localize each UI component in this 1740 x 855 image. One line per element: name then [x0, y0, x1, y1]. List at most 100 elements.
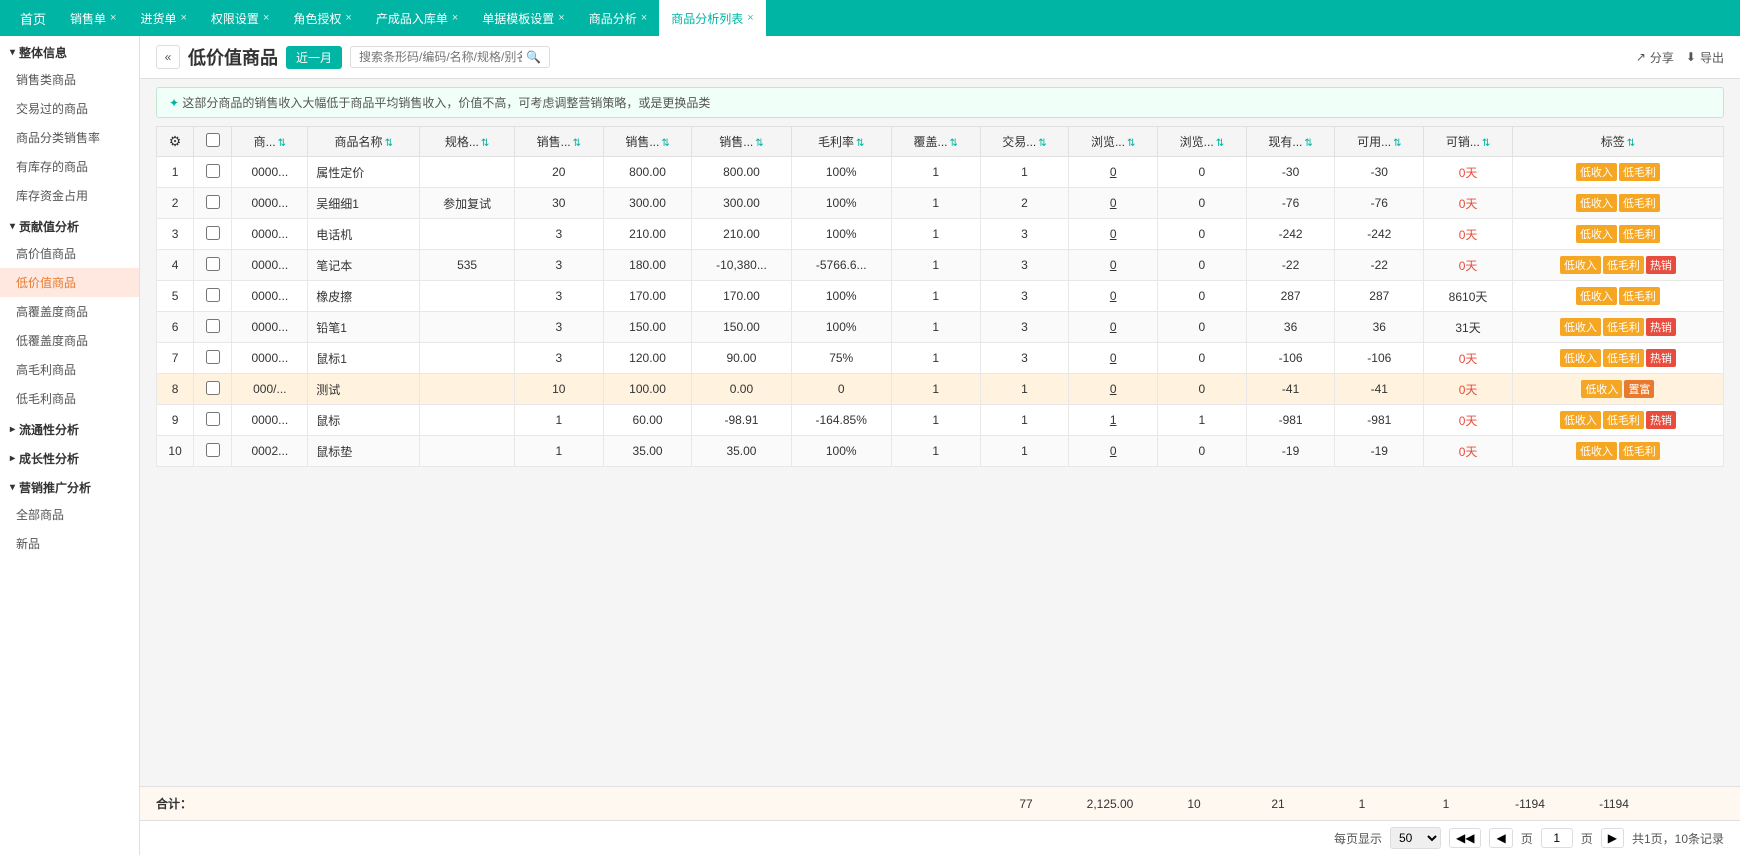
row-checkbox[interactable] — [206, 381, 220, 395]
per-page-select[interactable]: 50 100 200 — [1390, 827, 1441, 849]
row-checkbox[interactable] — [206, 195, 220, 209]
row-checkbox[interactable] — [206, 443, 220, 457]
sidebar-group-contribution[interactable]: ▾ 贡献值分析 — [0, 210, 139, 239]
close-icon[interactable]: × — [641, 12, 647, 24]
nav-item-purchase[interactable]: 进货单 × — [128, 0, 198, 36]
row-checkbox[interactable] — [206, 288, 220, 302]
col-margin[interactable]: 毛利率⇅ — [791, 127, 891, 157]
sidebar-item-new-products[interactable]: 新品 — [0, 529, 139, 558]
col-sales3[interactable]: 销售...⇅ — [692, 127, 791, 157]
sidebar-group-growth[interactable]: ▸ 成长性分析 — [0, 442, 139, 471]
cell-browse1[interactable]: 1 — [1069, 405, 1158, 436]
table-container[interactable]: ⚙ 商...⇅ 商品名称⇅ 规格...⇅ 销售...⇅ 销售...⇅ 销售...… — [140, 126, 1740, 786]
sidebar-group-marketing[interactable]: ▾ 营销推广分析 — [0, 471, 139, 500]
cell-browse1[interactable]: 0 — [1069, 436, 1158, 467]
sidebar-item-category-sales-rate[interactable]: 商品分类销售率 — [0, 123, 139, 152]
cell-checkbox[interactable] — [194, 343, 232, 374]
col-name[interactable]: 商品名称⇅ — [308, 127, 420, 157]
sidebar-collapse-button[interactable]: « — [156, 45, 180, 69]
cell-browse1[interactable]: 0 — [1069, 157, 1158, 188]
browse1-link[interactable]: 0 — [1110, 382, 1117, 396]
sidebar-item-stock-products[interactable]: 有库存的商品 — [0, 152, 139, 181]
nav-item-product-inbound[interactable]: 产成品入库单 × — [364, 0, 470, 36]
share-button[interactable]: ↗ 分享 — [1636, 49, 1674, 66]
cell-browse1[interactable]: 0 — [1069, 343, 1158, 374]
row-checkbox[interactable] — [206, 226, 220, 240]
gear-icon[interactable]: ⚙ — [169, 133, 182, 149]
nav-item-auth-settings[interactable]: 权限设置 × — [199, 0, 281, 36]
nav-item-sales[interactable]: 销售单 × — [58, 0, 128, 36]
row-checkbox[interactable] — [206, 164, 220, 178]
cell-checkbox[interactable] — [194, 312, 232, 343]
browse1-link[interactable]: 0 — [1110, 289, 1117, 303]
col-coverage[interactable]: 覆盖...⇅ — [891, 127, 980, 157]
cell-checkbox[interactable] — [194, 219, 232, 250]
col-gear[interactable]: ⚙ — [157, 127, 194, 157]
close-icon[interactable]: × — [263, 12, 269, 24]
col-code[interactable]: 商...⇅ — [232, 127, 308, 157]
row-checkbox[interactable] — [206, 257, 220, 271]
sidebar-item-all-products[interactable]: 全部商品 — [0, 500, 139, 529]
col-tags[interactable]: 标签⇅ — [1512, 127, 1723, 157]
nav-item-product-analysis-list[interactable]: 商品分析列表 × — [659, 0, 765, 36]
close-icon[interactable]: × — [747, 12, 753, 24]
browse1-link[interactable]: 0 — [1110, 165, 1117, 179]
nav-item-template-settings[interactable]: 单据模板设置 × — [470, 0, 576, 36]
browse1-link[interactable]: 0 — [1110, 196, 1117, 210]
search-input[interactable] — [359, 50, 522, 64]
sidebar-item-low-margin[interactable]: 低毛利商品 — [0, 384, 139, 413]
close-icon[interactable]: × — [345, 12, 351, 24]
col-checkbox[interactable] — [194, 127, 232, 157]
close-icon[interactable]: × — [180, 12, 186, 24]
col-stock1[interactable]: 现有...⇅ — [1246, 127, 1335, 157]
cell-checkbox[interactable] — [194, 157, 232, 188]
nav-item-role-auth[interactable]: 角色授权 × — [281, 0, 363, 36]
cell-browse1[interactable]: 0 — [1069, 188, 1158, 219]
col-browse2[interactable]: 浏览...⇅ — [1158, 127, 1247, 157]
row-checkbox[interactable] — [206, 350, 220, 364]
sidebar-item-low-value[interactable]: 低价值商品 — [0, 268, 139, 297]
cell-browse1[interactable]: 0 — [1069, 281, 1158, 312]
row-checkbox[interactable] — [206, 412, 220, 426]
browse1-link[interactable]: 1 — [1110, 413, 1117, 427]
col-trade[interactable]: 交易...⇅ — [980, 127, 1069, 157]
browse1-link[interactable]: 0 — [1110, 444, 1117, 458]
col-stock2[interactable]: 可用...⇅ — [1335, 127, 1424, 157]
col-sales2[interactable]: 销售...⇅ — [603, 127, 692, 157]
select-all-checkbox[interactable] — [206, 133, 220, 147]
sidebar-item-high-value[interactable]: 高价值商品 — [0, 239, 139, 268]
nav-item-product-analysis[interactable]: 商品分析 × — [577, 0, 659, 36]
sidebar-item-high-coverage[interactable]: 高覆盖度商品 — [0, 297, 139, 326]
close-icon[interactable]: × — [110, 12, 116, 24]
cell-checkbox[interactable] — [194, 250, 232, 281]
col-spec[interactable]: 规格...⇅ — [420, 127, 515, 157]
page-number-input[interactable] — [1541, 828, 1573, 848]
col-sales1[interactable]: 销售...⇅ — [514, 127, 603, 157]
sidebar-item-high-margin[interactable]: 高毛利商品 — [0, 355, 139, 384]
nav-home[interactable]: 首页 — [8, 0, 58, 36]
browse1-link[interactable]: 0 — [1110, 227, 1117, 241]
cell-checkbox[interactable] — [194, 436, 232, 467]
cell-checkbox[interactable] — [194, 405, 232, 436]
export-button[interactable]: ⬇ 导出 — [1686, 49, 1724, 66]
browse1-link[interactable]: 0 — [1110, 320, 1117, 334]
filter-recent-month-button[interactable]: 近一月 — [286, 46, 342, 69]
sidebar-item-low-coverage[interactable]: 低覆盖度商品 — [0, 326, 139, 355]
cell-checkbox[interactable] — [194, 188, 232, 219]
close-icon[interactable]: × — [452, 12, 458, 24]
first-page-button[interactable]: ◀◀ — [1449, 828, 1481, 848]
prev-page-button[interactable]: ◀ — [1489, 828, 1512, 848]
sidebar-group-liquidity[interactable]: ▸ 流通性分析 — [0, 413, 139, 442]
cell-browse1[interactable]: 0 — [1069, 250, 1158, 281]
browse1-link[interactable]: 0 — [1110, 351, 1117, 365]
sidebar-group-overall[interactable]: ▾ 整体信息 — [0, 36, 139, 65]
col-sellable[interactable]: 可销...⇅ — [1424, 127, 1513, 157]
cell-browse1[interactable]: 0 — [1069, 312, 1158, 343]
cell-browse1[interactable]: 0 — [1069, 219, 1158, 250]
cell-browse1[interactable]: 0 — [1069, 374, 1158, 405]
sidebar-item-stock-capital[interactable]: 库存资金占用 — [0, 181, 139, 210]
browse1-link[interactable]: 0 — [1110, 258, 1117, 272]
next-page-button[interactable]: ▶ — [1601, 828, 1624, 848]
col-browse1[interactable]: 浏览...⇅ — [1069, 127, 1158, 157]
close-icon[interactable]: × — [558, 12, 564, 24]
